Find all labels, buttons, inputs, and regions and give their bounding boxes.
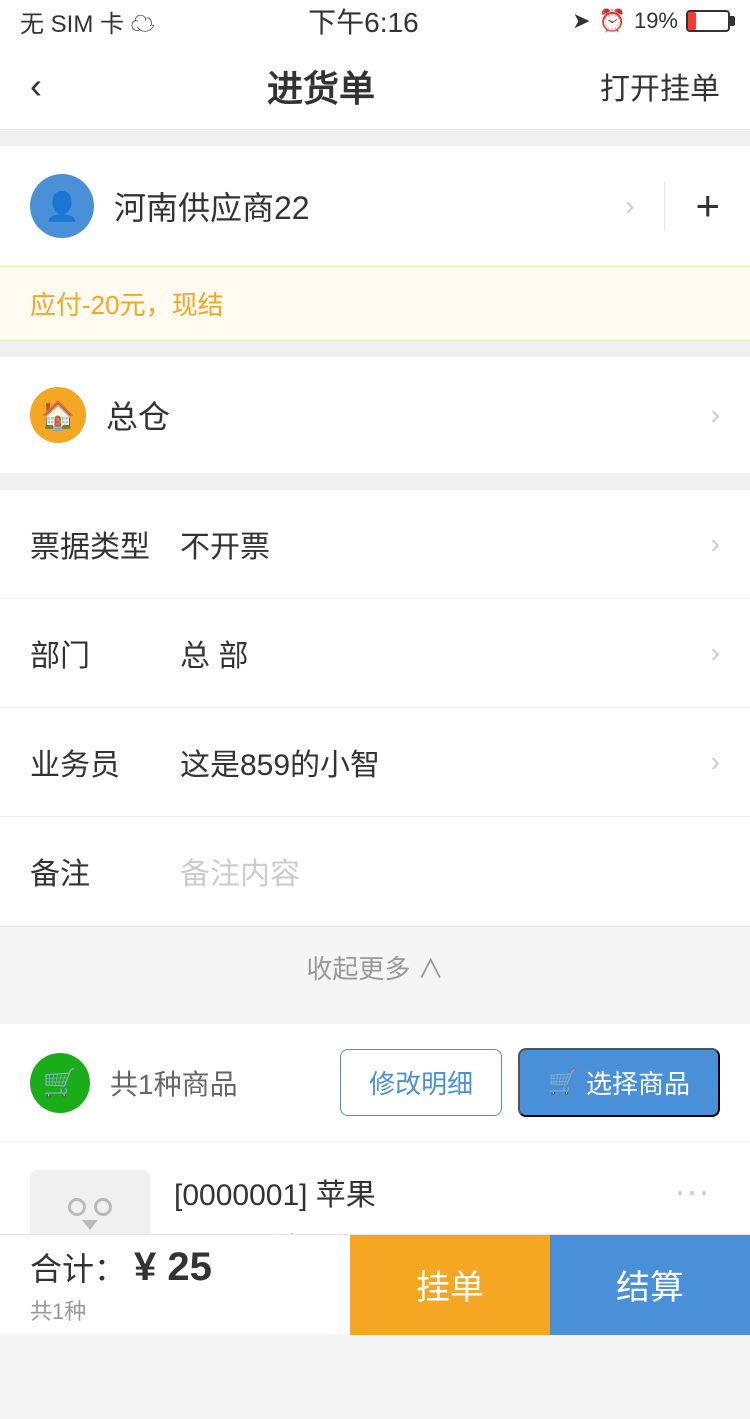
supplier-actions: › +	[625, 181, 720, 231]
warehouse-label: 总仓	[106, 392, 711, 438]
edit-detail-button[interactable]: 修改明细	[340, 1049, 502, 1116]
select-icon: 🛒	[548, 1068, 578, 1097]
status-bar: 无 SIM 卡 ☁ 下午6:16 ➤ ⏰ 19%	[0, 0, 750, 42]
total-section: 合计： ¥ 25 共1种	[0, 1244, 350, 1326]
supplier-chevron-icon: ›	[625, 190, 634, 222]
warehouse-row[interactable]: 🏠 总仓 ›	[0, 357, 750, 474]
invoice-type-row[interactable]: 票据类型 不开票 ›	[0, 490, 750, 599]
salesperson-chevron-icon: ›	[711, 746, 720, 778]
product-code: [0000001]	[174, 1179, 316, 1212]
total-row: 合计： ¥ 25	[30, 1244, 320, 1290]
product-title: 苹果	[316, 1179, 376, 1212]
salesperson-value: 这是859的小智	[150, 740, 711, 784]
remark-key: 备注	[30, 849, 150, 893]
basket-icon: 🛒	[43, 1066, 78, 1099]
open-hang-button[interactable]: 打开挂单	[600, 64, 720, 108]
remark-row[interactable]: 备注 备注内容	[0, 817, 750, 926]
department-value: 总 部	[150, 631, 711, 675]
select-product-label: 选择商品	[586, 1064, 690, 1101]
salesperson-key: 业务员	[30, 740, 150, 784]
products-count: 共1种商品	[110, 1063, 340, 1103]
invoice-type-value: 不开票	[150, 522, 711, 566]
back-button[interactable]: ‹	[30, 65, 42, 107]
bottom-spacer	[0, 1319, 750, 1419]
status-time: 下午6:16	[308, 1, 419, 41]
top-divider	[0, 130, 750, 146]
alarm-icon: ⏰	[599, 8, 626, 34]
select-product-button[interactable]: 🛒 选择商品	[518, 1048, 720, 1117]
sim-signal-text: 无 SIM 卡 ☁	[20, 4, 155, 39]
battery-text: 19%	[634, 8, 678, 34]
location-icon: ➤	[572, 8, 590, 34]
department-key: 部门	[30, 631, 150, 675]
avatar-icon: 👤	[45, 190, 80, 223]
warehouse-icon: 🏠	[30, 387, 86, 443]
total-label: 合计：	[30, 1244, 126, 1290]
supplier-section: 👤 河南供应商22 › + 应付-20元，现结	[0, 146, 750, 341]
product-more-button[interactable]: ···	[664, 1170, 720, 1212]
divider-1	[0, 341, 750, 357]
products-icon: 🛒	[30, 1053, 90, 1113]
status-right: ➤ ⏰ 19%	[572, 8, 730, 34]
checkout-button[interactable]: 结算	[550, 1235, 750, 1335]
battery-icon	[686, 10, 730, 32]
salesperson-row[interactable]: 业务员 这是859的小智 ›	[0, 708, 750, 817]
add-button[interactable]: +	[695, 182, 720, 230]
owl-eye-left	[68, 1198, 86, 1216]
notice-bar: 应付-20元，现结	[0, 266, 750, 341]
nav-bar: ‹ 进货单 打开挂单	[0, 42, 750, 130]
supplier-row[interactable]: 👤 河南供应商22 › +	[0, 146, 750, 266]
divider-2	[0, 474, 750, 490]
warehouse-chevron-icon: ›	[711, 399, 720, 431]
status-left: 无 SIM 卡 ☁	[20, 4, 155, 39]
supplier-avatar: 👤	[30, 174, 94, 238]
invoice-type-key: 票据类型	[30, 522, 150, 566]
page-title: 进货单	[267, 60, 375, 112]
form-section: 票据类型 不开票 › 部门 总 部 › 业务员 这是859的小智 › 备注 备注…	[0, 490, 750, 926]
supplier-name: 河南供应商22	[114, 183, 625, 229]
department-chevron-icon: ›	[711, 637, 720, 669]
owl-eye-right	[94, 1198, 112, 1216]
owl-beak-icon	[82, 1220, 98, 1230]
department-row[interactable]: 部门 总 部 ›	[0, 599, 750, 708]
products-header: 🛒 共1种商品 修改明细 🛒 选择商品	[0, 1024, 750, 1142]
hang-order-button[interactable]: 挂单	[350, 1235, 550, 1335]
product-name: [0000001] 苹果	[174, 1170, 664, 1214]
remark-placeholder: 备注内容	[150, 849, 720, 893]
vertical-divider	[664, 181, 665, 231]
collapse-bar[interactable]: 收起更多 ∧	[0, 926, 750, 1008]
total-sub: 共1种	[30, 1294, 320, 1326]
bottom-bar: 合计： ¥ 25 共1种 挂单 结算	[0, 1234, 750, 1334]
invoice-type-chevron-icon: ›	[711, 528, 720, 560]
total-amount: ¥ 25	[134, 1245, 212, 1290]
